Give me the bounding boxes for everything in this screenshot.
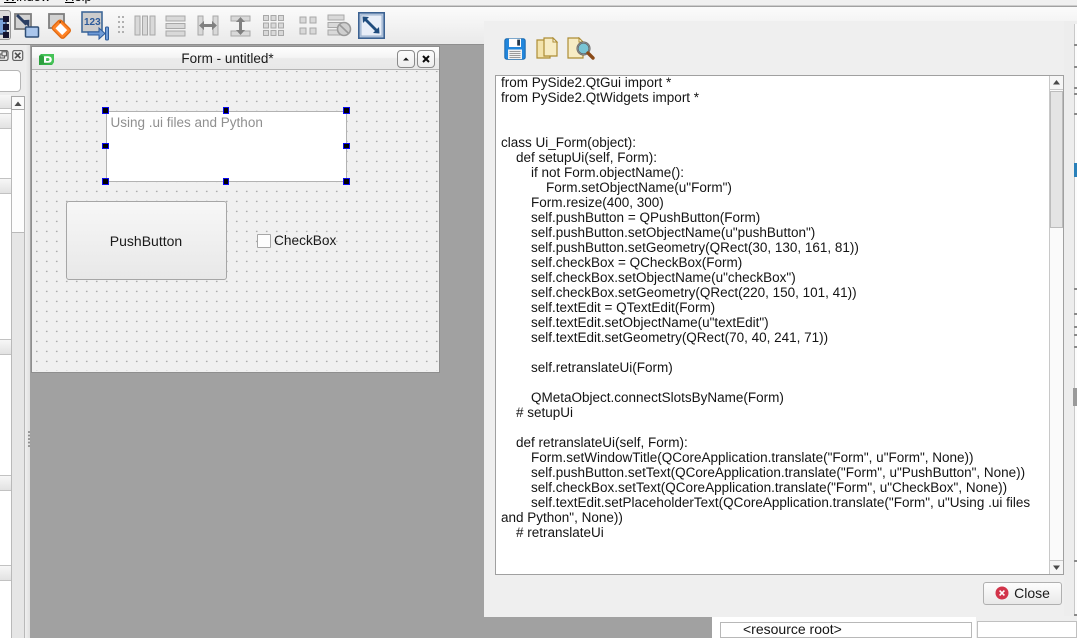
svg-text:123: 123 [84,17,101,28]
